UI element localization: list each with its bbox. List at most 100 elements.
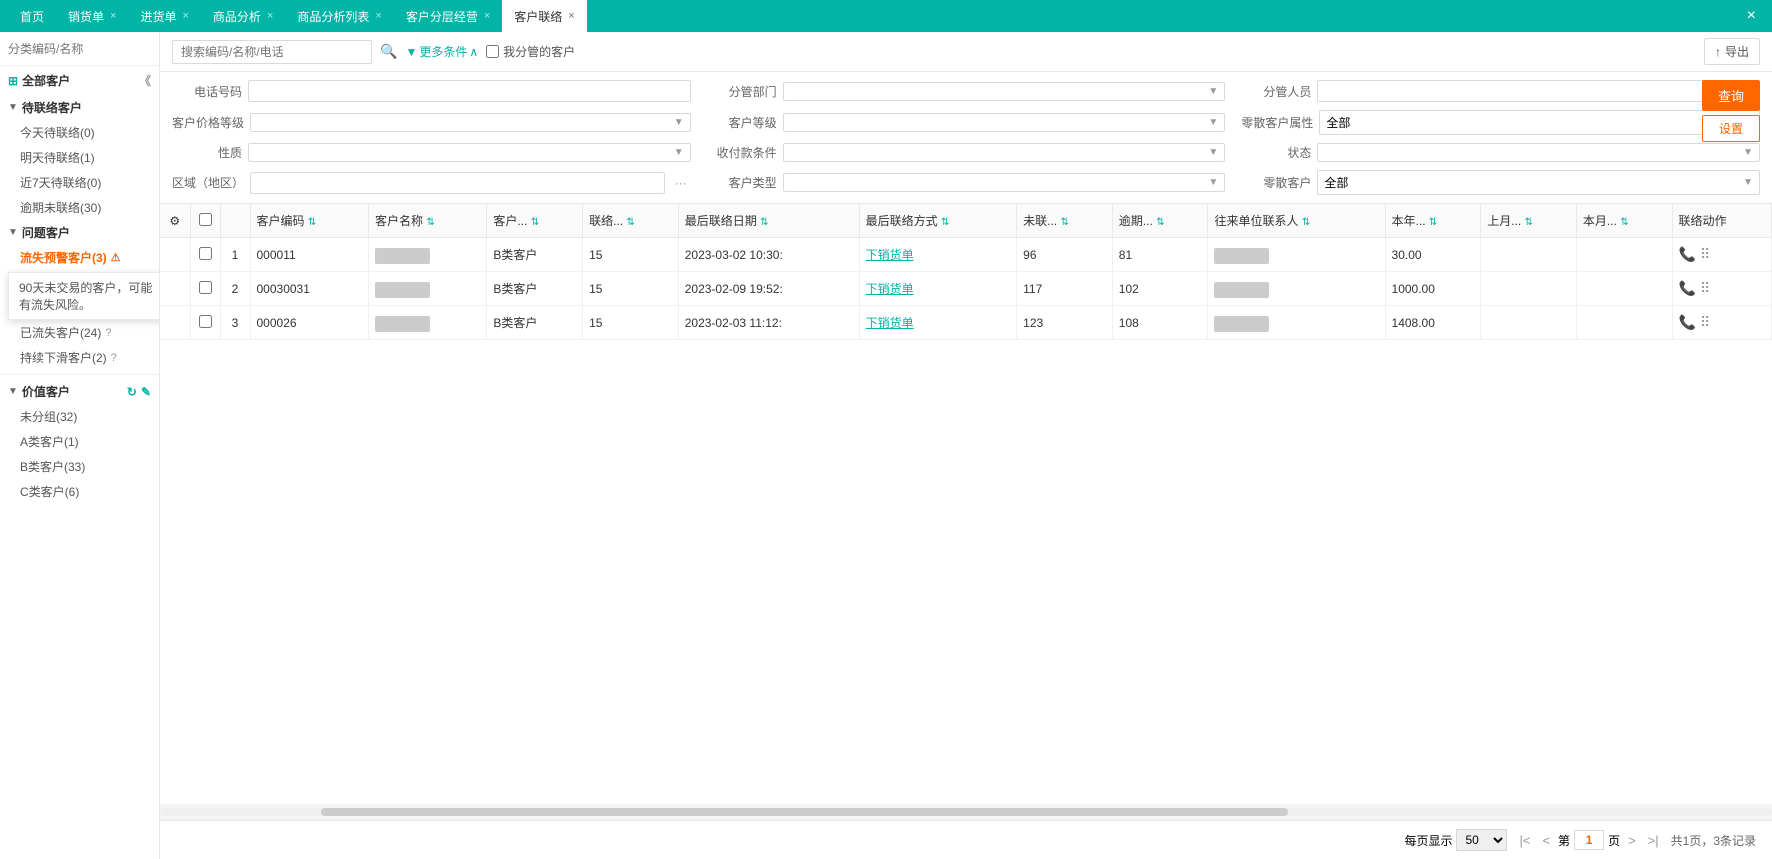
payment-dropdown[interactable]: ▼ — [783, 143, 1226, 162]
th-this-year[interactable]: 本年... ⇅ — [1385, 204, 1481, 238]
close-all-btn[interactable]: × — [1739, 7, 1764, 25]
region-more-icon[interactable]: ··· — [671, 176, 691, 190]
my-customers-filter[interactable]: 我分管的客户 — [486, 43, 575, 60]
sidebar-search-input[interactable] — [8, 42, 160, 56]
row-checkbox[interactable] — [199, 315, 212, 328]
sidebar-group-problem[interactable]: ▼ 问题客户 — [0, 220, 159, 245]
next-page-btn[interactable]: > — [1624, 831, 1640, 850]
tab-home[interactable]: 首页 — [8, 0, 56, 32]
th-type[interactable]: 客户... ⇅ — [487, 204, 583, 238]
sidebar-all-customers[interactable]: ⊞ 全部客户 《 — [0, 66, 159, 95]
query-button[interactable]: 查询 — [1702, 80, 1760, 111]
th-code[interactable]: 客户编码 ⇅ — [250, 204, 368, 238]
close-product-analysis-tab[interactable]: × — [267, 10, 273, 22]
th-name[interactable]: 客户名称 ⇅ — [368, 204, 486, 238]
sidebar-item-today[interactable]: 今天待联络(0) — [0, 120, 159, 145]
close-customer-tier-tab[interactable]: × — [484, 10, 490, 22]
nature-dropdown[interactable]: ▼ — [248, 143, 691, 162]
edit-icon[interactable]: ✎ — [141, 385, 151, 399]
tab-purchase[interactable]: 进货单 × — [128, 0, 200, 32]
sidebar-item-churned[interactable]: 已流失客户(24) ? — [0, 320, 159, 345]
th-last-date[interactable]: 最后联络日期 ⇅ — [678, 204, 859, 238]
zero-cust-dropdown[interactable]: 全部 ▼ — [1317, 170, 1760, 195]
th-last-month[interactable]: 上月... ⇅ — [1481, 204, 1577, 238]
more-action-icon[interactable]: ⠿ — [1700, 314, 1710, 331]
row-check[interactable] — [190, 272, 220, 306]
row-check[interactable] — [190, 238, 220, 272]
row-check[interactable] — [190, 306, 220, 340]
sidebar-item-7days[interactable]: 近7天待联络(0) — [0, 170, 159, 195]
sort-contact-icon: ⇅ — [626, 217, 634, 228]
sidebar-group-value[interactable]: ▼ 价值客户 ↻ ✎ — [0, 379, 159, 404]
sidebar-item-class-b[interactable]: B类客户(33) — [0, 454, 159, 479]
sidebar-item-tomorrow[interactable]: 明天待联络(1) — [0, 145, 159, 170]
per-page-select[interactable]: 50 100 200 — [1456, 829, 1507, 851]
th-check[interactable] — [190, 204, 220, 238]
th-this-month[interactable]: 本月... ⇅ — [1576, 204, 1672, 238]
tab-customer-connect[interactable]: 客户联络 × — [502, 0, 586, 32]
more-action-icon[interactable]: ⠿ — [1700, 280, 1710, 297]
first-page-btn[interactable]: |< — [1515, 831, 1534, 850]
sidebar-item-churn-warning[interactable]: 流失预警客户(3) ⚠ — [0, 245, 159, 270]
close-sales-tab[interactable]: × — [110, 10, 116, 22]
sidebar-group-pending[interactable]: ▼ 待联络客户 — [0, 95, 159, 120]
manager-input[interactable] — [1317, 80, 1734, 102]
department-dropdown[interactable]: ▼ — [783, 82, 1226, 101]
row-checkbox[interactable] — [199, 247, 212, 260]
horizontal-scrollbar-thumb[interactable] — [321, 808, 1288, 816]
tab-product-analysis-list[interactable]: 商品分析列表 × — [285, 0, 393, 32]
tab-sales[interactable]: 销货单 × — [56, 0, 128, 32]
th-last-method[interactable]: 最后联络方式 ⇅ — [859, 204, 1017, 238]
phone-action-icon[interactable]: 📞 — [1679, 314, 1696, 331]
th-settings[interactable]: ⚙ — [160, 204, 190, 238]
last-page-btn[interactable]: >| — [1644, 831, 1663, 850]
region-input[interactable] — [250, 172, 665, 194]
page-number-input[interactable] — [1574, 830, 1604, 850]
close-purchase-tab[interactable]: × — [182, 10, 188, 22]
close-product-analysis-list-tab[interactable]: × — [375, 10, 381, 22]
th-overdue[interactable]: 逾期... ⇅ — [1112, 204, 1208, 238]
zero-cust-label: 零散客户 — [1241, 174, 1311, 191]
th-contact[interactable]: 联络... ⇅ — [583, 204, 679, 238]
filter-icon: ▼ — [405, 45, 417, 59]
question-icon-2[interactable]: ? — [111, 352, 117, 364]
sidebar-item-overdue[interactable]: 逾期未联络(30) — [0, 195, 159, 220]
select-all-checkbox[interactable] — [199, 213, 212, 226]
settings-button[interactable]: 设置 — [1702, 115, 1760, 142]
search-input[interactable] — [172, 40, 372, 64]
search-button[interactable]: 🔍 — [380, 43, 397, 60]
close-customer-connect-tab[interactable]: × — [568, 10, 574, 22]
price-level-label: 客户价格等级 — [172, 114, 244, 131]
row-last-method[interactable]: 下销货单 — [859, 238, 1017, 272]
th-contact-person[interactable]: 往来单位联系人 ⇅ — [1208, 204, 1385, 238]
more-action-icon[interactable]: ⠿ — [1700, 246, 1710, 263]
customer-level-dropdown[interactable]: ▼ — [783, 113, 1226, 132]
sidebar-item-declining[interactable]: 持续下滑客户(2) ? — [0, 345, 159, 370]
tab-product-analysis[interactable]: 商品分析 × — [201, 0, 285, 32]
horizontal-scrollbar-track[interactable] — [160, 808, 1772, 816]
customer-type-dropdown[interactable]: ▼ — [783, 173, 1226, 192]
refresh-icon[interactable]: ↻ — [127, 385, 137, 399]
phone-input[interactable] — [248, 80, 691, 102]
price-level-dropdown[interactable]: ▼ — [250, 113, 691, 132]
prev-page-btn[interactable]: < — [1538, 831, 1554, 850]
sidebar-item-class-a[interactable]: A类客户(1) — [0, 429, 159, 454]
row-last-method[interactable]: 下销货单 — [859, 272, 1017, 306]
my-customers-checkbox[interactable] — [486, 45, 499, 58]
sidebar-item-ungrouped[interactable]: 未分组(32) — [0, 404, 159, 429]
row-last-method[interactable]: 下销货单 — [859, 306, 1017, 340]
question-icon[interactable]: ? — [105, 327, 111, 339]
th-uncontacted[interactable]: 未联... ⇅ — [1017, 204, 1113, 238]
phone-action-icon[interactable]: 📞 — [1679, 280, 1696, 297]
row-checkbox[interactable] — [199, 281, 212, 294]
sidebar-item-class-c[interactable]: C类客户(6) — [0, 479, 159, 504]
phone-action-icon[interactable]: 📞 — [1679, 246, 1696, 263]
zero-attr-dropdown[interactable]: 全部 ▼ — [1319, 110, 1760, 135]
chevron-down-icon: ∧ — [469, 45, 478, 59]
status-dropdown[interactable]: ▼ — [1317, 143, 1760, 162]
tab-customer-tier[interactable]: 客户分层经营 × — [394, 0, 502, 32]
export-button[interactable]: ↑ 导出 — [1704, 38, 1760, 65]
more-conditions-button[interactable]: ▼ 更多条件 ∧ — [405, 43, 478, 60]
sort-name-icon: ⇅ — [426, 217, 434, 228]
row-last-date: 2023-03-02 10:30: — [678, 238, 859, 272]
